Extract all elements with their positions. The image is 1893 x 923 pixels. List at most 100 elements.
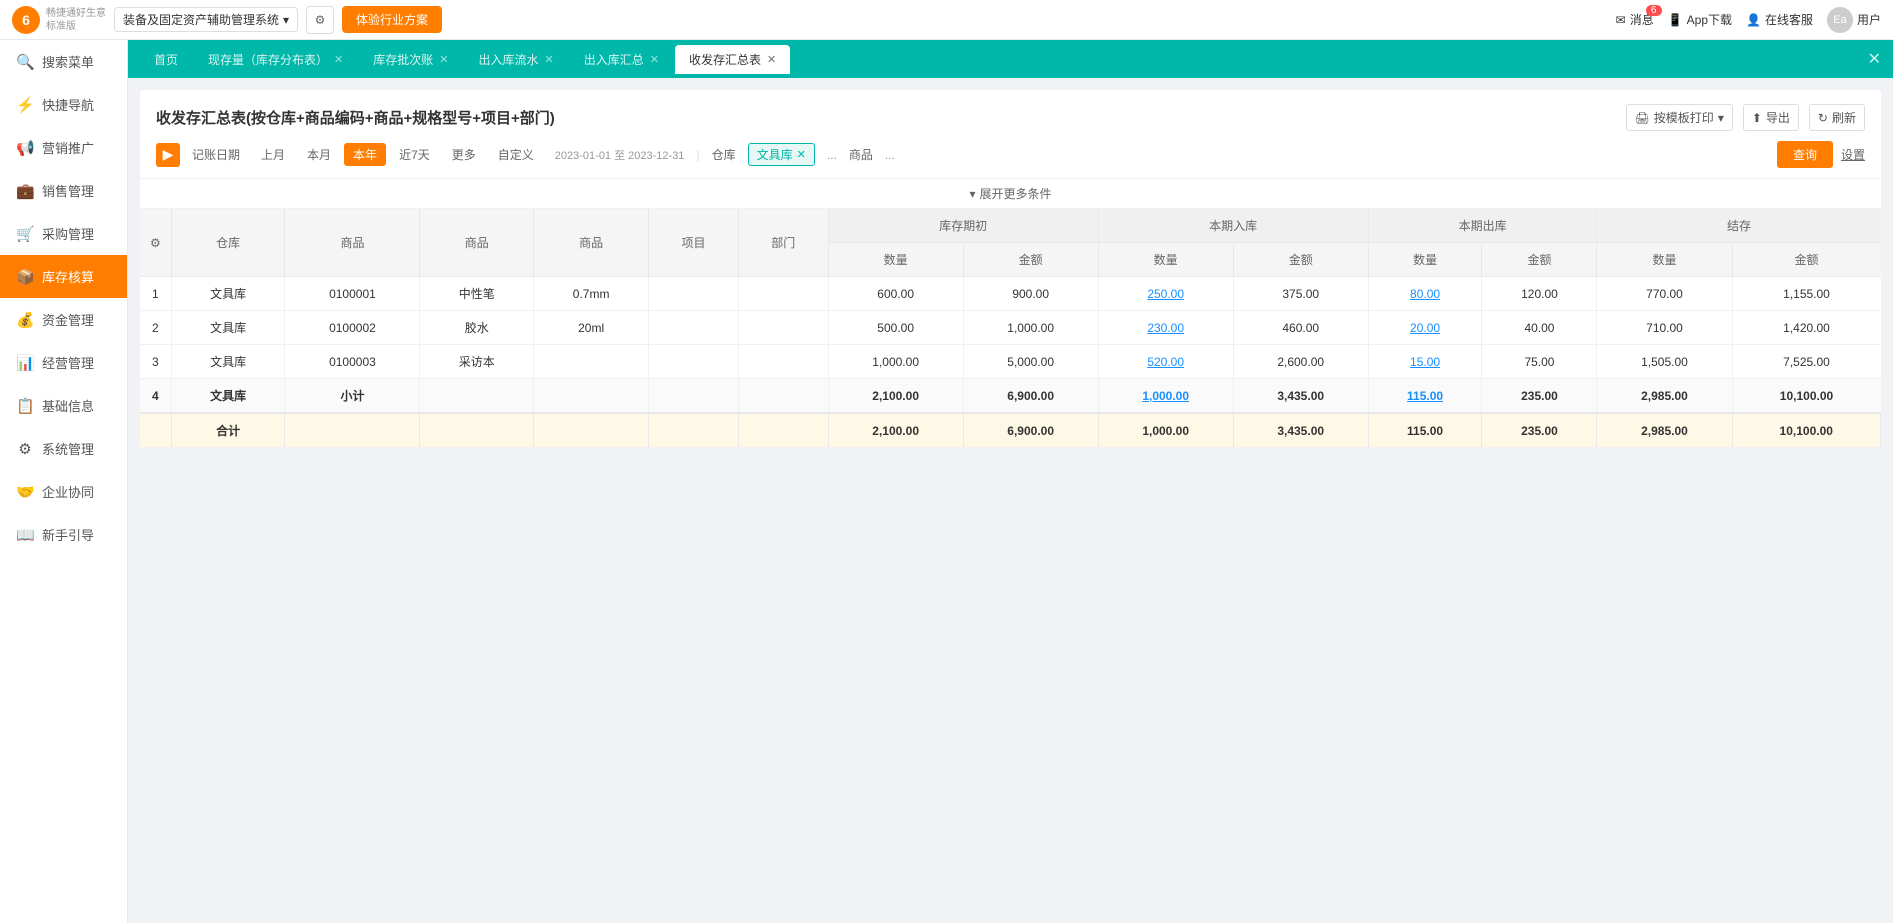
print-icon: 🖨	[1635, 111, 1650, 125]
row3-closing-amt: 7,525.00	[1732, 345, 1881, 379]
date-btn-more[interactable]: 更多	[443, 143, 485, 166]
sidebar-item-inventory[interactable]: 📦 库存核算	[0, 255, 127, 298]
tab-inout-summary[interactable]: 出入库汇总 ✕	[570, 45, 673, 74]
cooperation-icon: 🤝	[16, 483, 34, 501]
table-subtotal-row: 4 文具库 小计 2,100.00 6,900.00 1,000.00	[140, 379, 1881, 414]
app-download-item[interactable]: 📱 App下载	[1668, 11, 1732, 28]
print-label: 按模板打印	[1654, 109, 1714, 126]
row2-closing-qty: 710.00	[1597, 311, 1732, 345]
export-label: 导出	[1766, 109, 1790, 126]
subtotal-empty3	[649, 379, 739, 414]
subtotal-empty4	[738, 379, 828, 414]
phone-icon: 📱	[1668, 13, 1683, 27]
messages-item[interactable]: ✉ 消息 6	[1616, 11, 1654, 28]
date-btn-this-month[interactable]: 本月	[298, 143, 340, 166]
row2-out-qty[interactable]: 20.00	[1368, 311, 1482, 345]
sidebar-item-marketing[interactable]: 📢 营销推广	[0, 126, 127, 169]
sidebar-label-basicinfo: 基础信息	[42, 396, 94, 415]
th-in-qty: 数量	[1098, 243, 1233, 277]
date-range: 2023-01-01 至 2023-12-31	[555, 147, 685, 163]
user-item[interactable]: Ea 用户	[1827, 7, 1881, 33]
sidebar-item-sales[interactable]: 💼 销售管理	[0, 169, 127, 212]
row1-out-qty[interactable]: 80.00	[1368, 277, 1482, 311]
row1-in-qty[interactable]: 250.00	[1098, 277, 1233, 311]
sidebar-item-finance[interactable]: 💰 资金管理	[0, 298, 127, 341]
sidebar-item-quicknav[interactable]: ⚡ 快捷导航	[0, 83, 127, 126]
sidebar-item-operations[interactable]: 📊 经营管理	[0, 341, 127, 384]
guide-icon: 📖	[16, 526, 34, 544]
sidebar-item-cooperation[interactable]: 🤝 企业协同	[0, 470, 127, 513]
row3-out-qty[interactable]: 15.00	[1368, 345, 1482, 379]
refresh-button[interactable]: ↻ 刷新	[1809, 104, 1865, 131]
row1-opening-amt: 900.00	[963, 277, 1098, 311]
date-btn-custom[interactable]: 自定义	[489, 143, 543, 166]
print-button[interactable]: 🖨 按模板打印 ▾	[1626, 104, 1733, 131]
th-in-amt: 金额	[1233, 243, 1368, 277]
date-btn-this-year[interactable]: 本年	[344, 143, 386, 166]
sidebar-label-inventory: 库存核算	[42, 267, 94, 286]
header-actions: 🖨 按模板打印 ▾ ⬆ 导出 ↻ 刷新	[1626, 104, 1865, 131]
goods-more-dots[interactable]: ...	[885, 148, 895, 162]
filter-row: ▶ 记账日期 上月 本月 本年 近7天 更多 自定义 2023-01-01 至 …	[140, 131, 1881, 179]
query-button[interactable]: 查询	[1777, 141, 1833, 168]
total-empty4	[534, 413, 649, 447]
tab-close-inout-summary[interactable]: ✕	[650, 53, 659, 66]
sidebar-item-search[interactable]: 🔍 搜索菜单	[0, 40, 127, 83]
expand-more-btn[interactable]: ▾ 展开更多条件	[969, 185, 1051, 202]
row1-code: 0100001	[285, 277, 420, 311]
settings-link[interactable]: 设置	[1841, 146, 1865, 163]
th-opening-qty: 数量	[828, 243, 963, 277]
tab-bar-close-btn[interactable]: ✕	[1868, 49, 1881, 69]
row3-closing-qty: 1,505.00	[1597, 345, 1732, 379]
tab-close-stock-distribution[interactable]: ✕	[334, 53, 343, 66]
row3-name: 采访本	[420, 345, 534, 379]
gear-button[interactable]: ⚙	[306, 6, 334, 34]
subtotal-out-qty[interactable]: 115.00	[1368, 379, 1482, 414]
expand-label: 展开更多条件	[980, 185, 1052, 202]
row3-in-qty[interactable]: 520.00	[1098, 345, 1233, 379]
system-icon: ⚙	[16, 440, 34, 458]
total-in-qty: 1,000.00	[1098, 413, 1233, 447]
online-service-item[interactable]: 👤 在线客服	[1746, 11, 1813, 28]
row2-in-qty[interactable]: 230.00	[1098, 311, 1233, 345]
row2-name: 胶水	[420, 311, 534, 345]
subtotal-in-qty[interactable]: 1,000.00	[1098, 379, 1233, 414]
sidebar-item-system[interactable]: ⚙ 系统管理	[0, 427, 127, 470]
th-goods-code: 商品	[285, 209, 420, 277]
date-buttons: 上月 本月 本年 近7天 更多 自定义	[252, 143, 543, 166]
sidebar-label-finance: 资金管理	[42, 310, 94, 329]
subtotal-in-amt: 3,435.00	[1233, 379, 1368, 414]
quicknav-icon: ⚡	[16, 96, 34, 114]
warehouse-tag-close[interactable]: ✕	[797, 148, 806, 161]
trial-button[interactable]: 体验行业方案	[342, 6, 442, 33]
sidebar-item-guide[interactable]: 📖 新手引导	[0, 513, 127, 556]
tab-close-batch-account[interactable]: ✕	[439, 53, 448, 66]
main-layout: 🔍 搜索菜单 ⚡ 快捷导航 📢 营销推广 💼 销售管理 🛒 采购管理 📦 库存核…	[0, 40, 1893, 923]
row2-out-amt: 40.00	[1482, 311, 1597, 345]
date-btn-7days[interactable]: 近7天	[390, 143, 439, 166]
tab-receive-send-summary[interactable]: 收发存汇总表 ✕	[675, 45, 790, 74]
system-selector[interactable]: 装备及固定资产辅助管理系统 ▾	[114, 7, 298, 32]
tab-close-receive-send-summary[interactable]: ✕	[767, 53, 776, 66]
tab-home[interactable]: 首页	[140, 45, 192, 74]
purchase-icon: 🛒	[16, 225, 34, 243]
sidebar-item-basic-info[interactable]: 📋 基础信息	[0, 384, 127, 427]
tab-close-inout-flow[interactable]: ✕	[545, 53, 554, 66]
date-btn-last-month[interactable]: 上月	[252, 143, 294, 166]
export-button[interactable]: ⬆ 导出	[1743, 104, 1799, 131]
tab-inout-flow[interactable]: 出入库流水 ✕	[464, 45, 567, 74]
warehouse-more-dots[interactable]: ...	[827, 148, 837, 162]
warehouse-tag-name: 文具库	[757, 146, 793, 163]
row1-dept	[738, 277, 828, 311]
total-out-amt: 235.00	[1482, 413, 1597, 447]
tab-batch-account[interactable]: 库存批次账 ✕	[359, 45, 462, 74]
sidebar-item-purchase[interactable]: 🛒 采购管理	[0, 212, 127, 255]
page-header: 收发存汇总表(按仓库+商品编码+商品+规格型号+项目+部门) 🖨 按模板打印 ▾…	[140, 90, 1881, 131]
total-empty6	[738, 413, 828, 447]
warehouse-tag: 文具库 ✕	[748, 143, 815, 166]
tab-stock-distribution[interactable]: 现存量（库存分布表） ✕	[194, 45, 357, 74]
filter-expand-btn[interactable]: ▶	[156, 143, 180, 167]
th-closing-group: 结存	[1597, 209, 1881, 243]
row3-spec	[534, 345, 649, 379]
sidebar-label-purchase: 采购管理	[42, 224, 94, 243]
